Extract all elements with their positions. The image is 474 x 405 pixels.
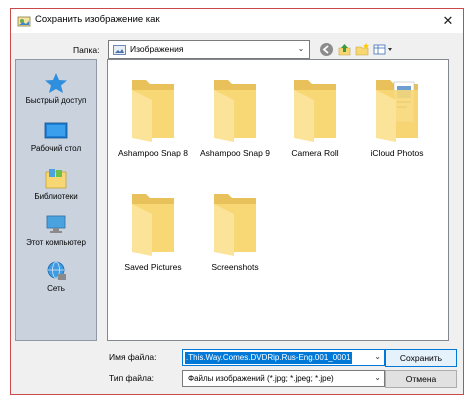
folder-with-content-icon	[376, 80, 418, 142]
libraries-icon	[45, 169, 67, 189]
file-list[interactable]: Ashampoo Snap 8 Ashampoo Snap 9 Camera R…	[107, 59, 449, 341]
folder-icon	[214, 194, 256, 256]
back-icon[interactable]	[319, 42, 334, 57]
place-label: Сеть	[47, 284, 65, 293]
place-label: Этот компьютер	[26, 238, 86, 247]
folder-item[interactable]: Saved Pictures	[112, 186, 194, 276]
folder-label: Папка:	[73, 45, 100, 55]
places-bar: Быстрый доступ Рабочий стол Библиотеки Э…	[15, 59, 97, 341]
filetype-select[interactable]: Файлы изображений (*.jpg; *.jpeg; *.jpe)…	[182, 370, 385, 387]
chevron-down-icon[interactable]: ⌄	[374, 373, 381, 382]
filename-label: Имя файла:	[109, 352, 157, 362]
view-menu-icon[interactable]	[373, 42, 395, 57]
pictures-folder-icon	[113, 45, 126, 55]
location-select[interactable]: Изображения ⌄	[108, 40, 310, 59]
folder-name: Saved Pictures	[124, 262, 182, 272]
title-bar: Сохранить изображение как ✕	[11, 9, 463, 33]
folder-item[interactable]: iCloud Photos	[356, 72, 438, 162]
up-folder-icon[interactable]	[337, 42, 352, 57]
folder-icon	[132, 80, 174, 142]
folder-icon	[214, 80, 256, 142]
folder-name: iCloud Photos	[370, 148, 424, 158]
filetype-value: Файлы изображений (*.jpg; *.jpeg; *.jpe)	[188, 374, 334, 383]
place-network[interactable]: Сеть	[16, 256, 96, 302]
chevron-down-icon[interactable]: ⌄	[296, 44, 306, 55]
folder-icon	[294, 80, 336, 142]
place-label: Библиотеки	[34, 192, 78, 201]
computer-icon	[46, 215, 66, 233]
location-value: Изображения	[130, 44, 184, 54]
place-libraries[interactable]: Библиотеки	[16, 164, 96, 210]
chevron-down-icon[interactable]: ⌄	[374, 352, 381, 361]
save-dialog: Сохранить изображение как ✕ Папка: Изобр…	[10, 8, 464, 395]
place-this-pc[interactable]: Этот компьютер	[16, 210, 96, 256]
filename-input[interactable]: .This.Way.Comes.DVDRip.Rus-Eng.001_0001 …	[182, 349, 385, 366]
star-icon	[45, 73, 67, 93]
folder-item[interactable]: Ashampoo Snap 9	[194, 72, 276, 162]
new-folder-icon[interactable]	[355, 42, 370, 57]
window-title: Сохранить изображение как	[35, 14, 160, 25]
close-button[interactable]: ✕	[439, 13, 457, 29]
folder-name: Camera Roll	[291, 148, 339, 158]
folder-icon	[132, 194, 174, 256]
place-label: Рабочий стол	[30, 144, 82, 153]
place-desktop[interactable]: Рабочий стол	[16, 116, 96, 162]
filetype-label: Тип файла:	[109, 373, 155, 383]
app-icon	[17, 16, 31, 27]
folder-item[interactable]: Screenshots	[194, 186, 276, 276]
folder-name: Screenshots	[211, 262, 259, 272]
filename-value: .This.Way.Comes.DVDRip.Rus-Eng.001_0001	[185, 352, 352, 364]
desktop-icon	[44, 122, 68, 139]
cancel-button[interactable]: Отмена	[385, 370, 457, 388]
network-icon	[47, 261, 66, 280]
save-button[interactable]: Сохранить	[385, 349, 457, 367]
folder-name: Ashampoo Snap 9	[200, 148, 270, 158]
folder-item[interactable]: Camera Roll	[274, 72, 356, 162]
place-quick-access[interactable]: Быстрый доступ	[16, 68, 96, 114]
folder-name: Ashampoo Snap 8	[118, 148, 188, 158]
folder-item[interactable]: Ashampoo Snap 8	[112, 72, 194, 162]
place-label: Быстрый доступ	[25, 96, 87, 105]
